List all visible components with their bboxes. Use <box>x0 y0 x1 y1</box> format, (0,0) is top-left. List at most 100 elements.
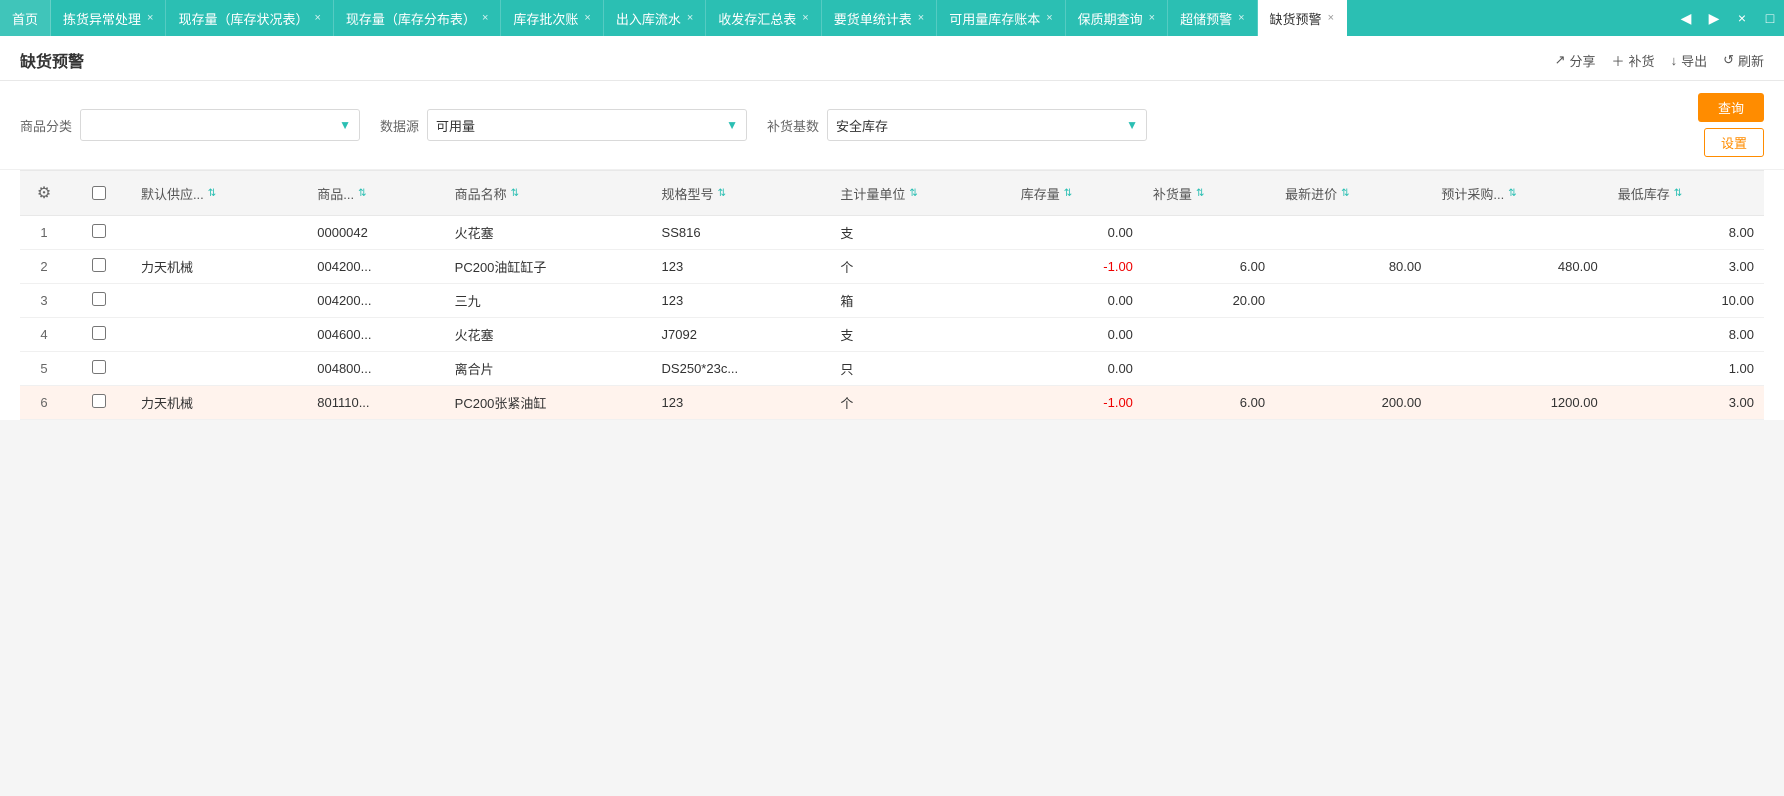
cell-spec: J7092 <box>652 318 831 352</box>
min-stock-sort-icon: ⇅ <box>1674 188 1682 199</box>
cell-goods-name: 离合片 <box>445 352 652 386</box>
th-latest-price[interactable]: 最新进价 ⇅ <box>1275 171 1431 216</box>
cell-stock: -1.00 <box>1011 386 1143 420</box>
cell-replenish <box>1143 352 1275 386</box>
unit-sort-icon: ⇅ <box>909 188 917 199</box>
tab-close-1[interactable]: × <box>147 12 153 24</box>
data-table: ⚙ 默认供应... ⇅ <box>20 170 1764 420</box>
th-goods-name[interactable]: 商品名称 ⇅ <box>445 171 652 216</box>
tab-close-7[interactable]: × <box>918 12 924 24</box>
tab-current-stock-status[interactable]: 现存量（库存状况表） × <box>166 0 333 36</box>
th-estimated-purchase[interactable]: 预计采购... ⇅ <box>1431 171 1607 216</box>
query-button[interactable]: 查询 <box>1698 93 1764 122</box>
tab-expiry-query[interactable]: 保质期查询 × <box>1066 0 1168 36</box>
th-settings[interactable]: ⚙ <box>20 171 68 216</box>
tab-receipt-summary[interactable]: 收发存汇总表 × <box>706 0 821 36</box>
goods-code-sort-icon: ⇅ <box>358 188 366 199</box>
cell-unit: 个 <box>830 386 1010 420</box>
datasource-select[interactable]: 可用量 ▼ <box>427 109 747 141</box>
cell-replenish <box>1143 318 1275 352</box>
tab-overstock-warning[interactable]: 超储预警 × <box>1168 0 1257 36</box>
tab-close-6[interactable]: × <box>802 12 808 24</box>
table-header-row: ⚙ 默认供应... ⇅ <box>20 171 1764 216</box>
tab-shortage-warning[interactable]: 缺货预警 × <box>1258 0 1347 36</box>
th-min-stock[interactable]: 最低库存 ⇅ <box>1608 171 1764 216</box>
th-replenish[interactable]: 补货量 ⇅ <box>1143 171 1275 216</box>
row-checkbox[interactable] <box>92 258 106 272</box>
tab-maximize[interactable]: □ <box>1756 0 1784 36</box>
select-all-checkbox[interactable] <box>92 186 106 200</box>
tab-close-11[interactable]: × <box>1328 12 1334 24</box>
th-supplier[interactable]: 默认供应... ⇅ <box>131 171 307 216</box>
filter-bar: 商品分类 ▼ 数据源 可用量 ▼ 补货基数 安全库存 ▼ 查询 设置 <box>0 81 1784 170</box>
row-checkbox-cell[interactable] <box>68 318 131 352</box>
row-checkbox[interactable] <box>92 360 106 374</box>
export-action[interactable]: ↓ 导出 <box>1671 51 1708 70</box>
tab-available-ledger[interactable]: 可用量库存账本 × <box>937 0 1065 36</box>
cell-goods-code: 0000042 <box>307 216 444 250</box>
supplier-sort-icon: ⇅ <box>208 188 216 199</box>
th-goods-code[interactable]: 商品... ⇅ <box>307 171 444 216</box>
tab-picking-exception[interactable]: 拣货异常处理 × <box>51 0 166 36</box>
table-container: ⚙ 默认供应... ⇅ <box>0 170 1784 420</box>
row-number: 3 <box>20 284 68 318</box>
tab-scroll-left[interactable]: ◀ <box>1672 0 1700 36</box>
category-label: 商品分类 <box>20 116 72 135</box>
tab-current-stock-dist[interactable]: 现存量（库存分布表） × <box>334 0 501 36</box>
tab-close-5[interactable]: × <box>687 12 693 24</box>
row-checkbox[interactable] <box>92 224 106 238</box>
tab-close-10[interactable]: × <box>1238 12 1244 24</box>
latest-price-sort-icon: ⇅ <box>1341 188 1349 199</box>
tab-close-current[interactable]: × <box>1728 0 1756 36</box>
tab-close-3[interactable]: × <box>482 12 488 24</box>
column-settings-icon[interactable]: ⚙ <box>30 179 58 207</box>
tab-close-2[interactable]: × <box>314 12 320 24</box>
cell-replenish: 20.00 <box>1143 284 1275 318</box>
tab-in-out-flow[interactable]: 出入库流水 × <box>604 0 706 36</box>
tab-close-4[interactable]: × <box>584 12 590 24</box>
th-checkbox[interactable] <box>68 171 131 216</box>
cell-stock: 0.00 <box>1011 318 1143 352</box>
row-checkbox[interactable] <box>92 326 106 340</box>
cell-stock: 0.00 <box>1011 284 1143 318</box>
replenish-action[interactable]: ＋ 补货 <box>1612 51 1655 70</box>
share-action[interactable]: ↗ 分享 <box>1555 51 1596 70</box>
row-checkbox-cell[interactable] <box>68 352 131 386</box>
row-checkbox-cell[interactable] <box>68 250 131 284</box>
tab-batch-account[interactable]: 库存批次账 × <box>501 0 603 36</box>
cell-goods-code: 004200... <box>307 250 444 284</box>
replenish-base-filter-group: 补货基数 安全库存 ▼ <box>767 109 1147 141</box>
table-row: 2力天机械004200...PC200油缸缸子123个-1.006.0080.0… <box>20 250 1764 284</box>
cell-goods-code: 801110... <box>307 386 444 420</box>
replenish-base-arrow-icon: ▼ <box>1126 118 1138 132</box>
cell-min-stock: 8.00 <box>1608 318 1764 352</box>
settings-button[interactable]: 设置 <box>1704 128 1764 157</box>
cell-latest-price <box>1275 216 1431 250</box>
tab-close-8[interactable]: × <box>1046 12 1052 24</box>
cell-supplier <box>131 352 307 386</box>
row-checkbox-cell[interactable] <box>68 386 131 420</box>
tab-order-stats[interactable]: 要货单统计表 × <box>822 0 937 36</box>
tab-scroll-right[interactable]: ▶ <box>1700 0 1728 36</box>
refresh-action[interactable]: ↺ 刷新 <box>1723 51 1764 70</box>
replenish-sort-icon: ⇅ <box>1196 188 1204 199</box>
th-spec[interactable]: 规格型号 ⇅ <box>652 171 831 216</box>
replenish-base-select[interactable]: 安全库存 ▼ <box>827 109 1147 141</box>
cell-stock: -1.00 <box>1011 250 1143 284</box>
cell-estimated-purchase: 1200.00 <box>1431 386 1607 420</box>
table-row: 6力天机械801110...PC200张紧油缸123个-1.006.00200.… <box>20 386 1764 420</box>
th-stock[interactable]: 库存量 ⇅ <box>1011 171 1143 216</box>
table-row: 3004200...三九123箱0.0020.0010.00 <box>20 284 1764 318</box>
row-checkbox-cell[interactable] <box>68 284 131 318</box>
spec-sort-icon: ⇅ <box>718 188 726 199</box>
category-select[interactable]: ▼ <box>80 109 360 141</box>
th-unit[interactable]: 主计量单位 ⇅ <box>830 171 1010 216</box>
tab-close-9[interactable]: × <box>1149 12 1155 24</box>
cell-goods-code: 004200... <box>307 284 444 318</box>
row-checkbox-cell[interactable] <box>68 216 131 250</box>
cell-estimated-purchase <box>1431 284 1607 318</box>
replenish-icon: ＋ <box>1612 51 1625 70</box>
tab-home[interactable]: 首页 <box>0 0 51 36</box>
row-checkbox[interactable] <box>92 394 106 408</box>
row-checkbox[interactable] <box>92 292 106 306</box>
